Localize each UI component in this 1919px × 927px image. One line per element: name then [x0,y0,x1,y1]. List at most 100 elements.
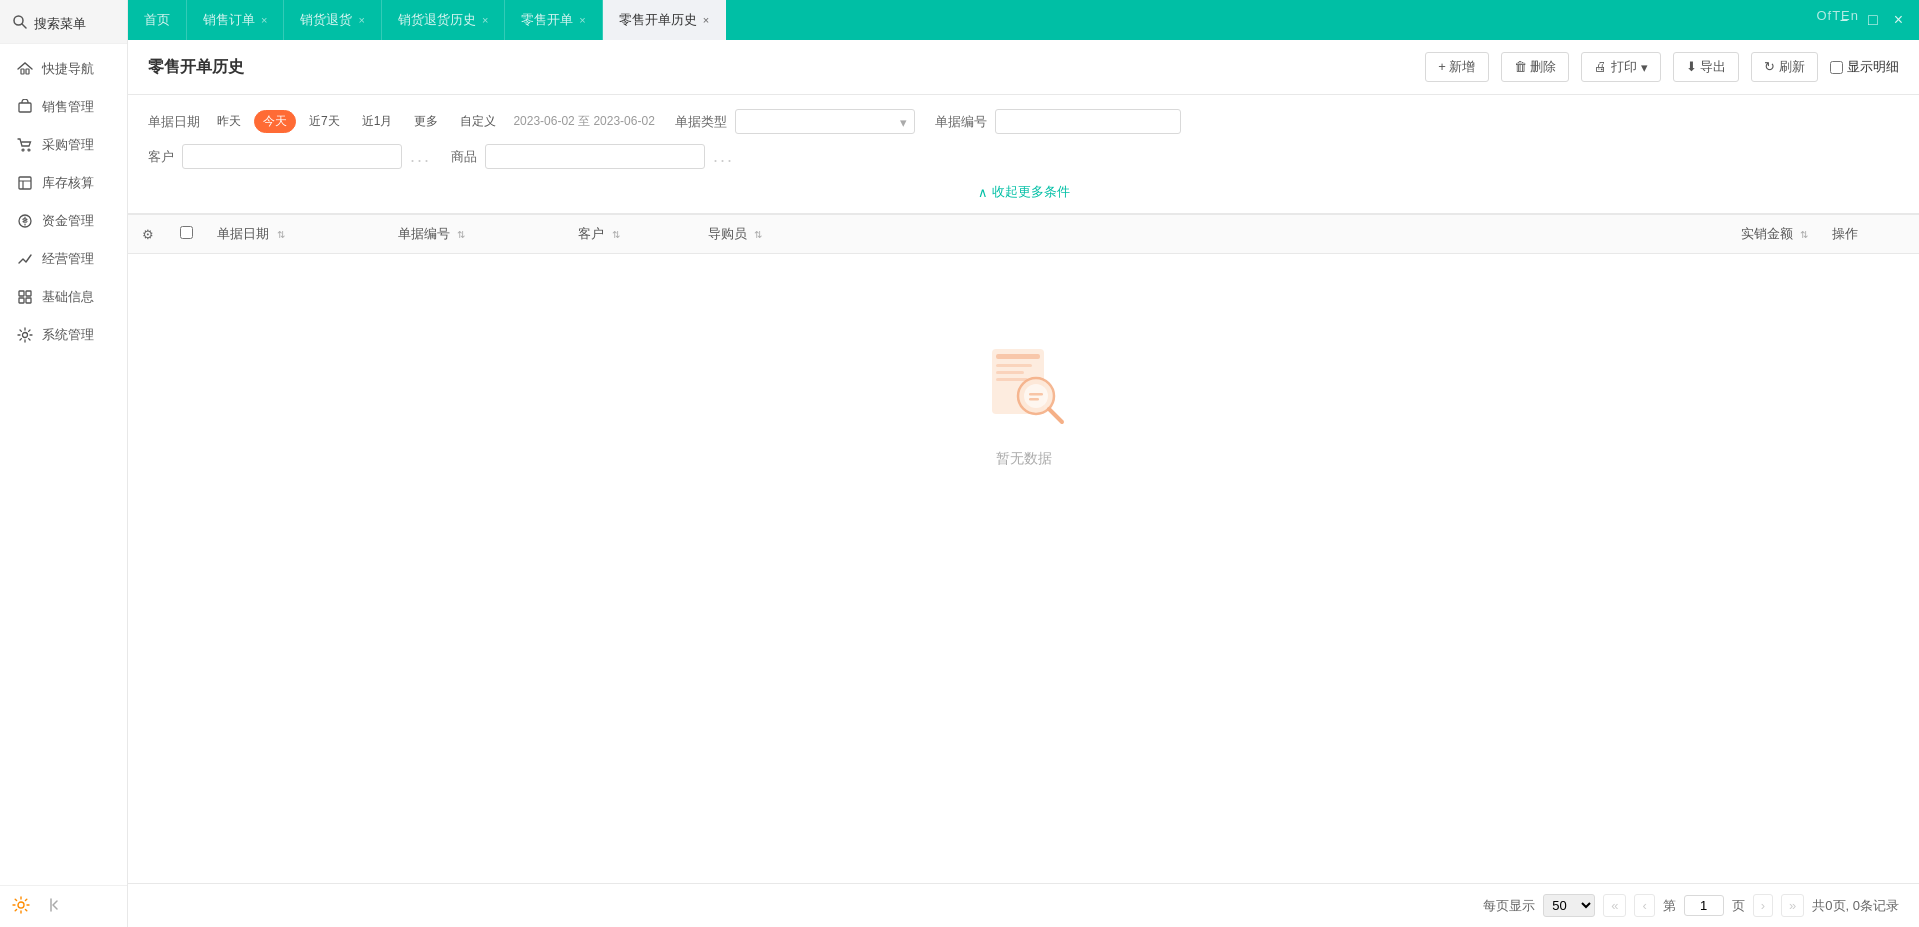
tab-sales-return[interactable]: 销货退货 × [284,0,381,40]
refresh-button[interactable]: ↻ 刷新 [1751,52,1818,82]
tab-retail-open-close[interactable]: × [579,14,585,26]
col-settings-btn[interactable]: ⚙ [140,227,156,242]
purchase-icon [16,136,34,154]
last-page-btn[interactable]: » [1781,894,1804,917]
product-label: 商品 [451,148,477,166]
col-customer: 客户 ⇅ [566,215,695,254]
sidebar-item-purchase[interactable]: 采购管理 [0,126,127,164]
print-dropdown-icon[interactable]: ▾ [1641,60,1648,75]
add-button[interactable]: + 新增 [1425,52,1488,82]
svg-point-22 [1024,384,1048,408]
tab-sales-return-close[interactable]: × [358,14,364,26]
svg-rect-7 [19,177,31,189]
sidebar-item-inventory[interactable]: 库存核算 [0,164,127,202]
customer-input[interactable] [182,144,402,169]
filter-product: 商品 ... [451,144,734,169]
date-filter-label: 单据日期 [148,113,200,131]
col-salesperson-sort[interactable]: ⇅ [754,229,762,240]
col-date-sort[interactable]: ⇅ [277,229,285,240]
col-customer-label: 客户 [578,226,604,241]
page-label-post: 页 [1732,897,1745,915]
sidebar-label: 快捷导航 [42,60,94,78]
filter-row-2: 客户 ... 商品 ... [148,144,1899,169]
sidebar-item-operations[interactable]: 经营管理 [0,240,127,278]
filter-collapse-btn[interactable]: ∧ 收起更多条件 [148,179,1899,205]
col-doc-no-label: 单据编号 [398,226,450,241]
sidebar-item-quick-nav[interactable]: 快捷导航 [0,50,127,88]
svg-point-14 [18,902,24,908]
tab-home[interactable]: 首页 [128,0,187,40]
doc-no-input[interactable] [995,109,1181,134]
date-more-btn[interactable]: 更多 [405,110,447,133]
doc-type-label: 单据类型 [675,113,727,131]
sidebar-nav: 快捷导航 销售管理 采购管理 [0,44,127,885]
print-button[interactable]: 🖨 打印 ▾ [1581,52,1661,82]
svg-rect-10 [26,291,31,296]
page-header: 零售开单历史 + 新增 🗑 删除 🖨 打印 ▾ ⬇ 导出 ↻ 刷新 显示明细 [128,40,1919,95]
col-date: 单据日期 ⇅ [205,215,386,254]
first-page-btn[interactable]: « [1603,894,1626,917]
col-customer-sort[interactable]: ⇅ [612,229,620,240]
customer-more-icon[interactable]: ... [410,146,431,167]
svg-line-23 [1049,409,1062,422]
filter-collapse-label: 收起更多条件 [992,183,1070,201]
sidebar-label: 基础信息 [42,288,94,306]
filter-customer: 客户 ... [148,144,431,169]
filter-area: 单据日期 昨天 今天 近7天 近1月 更多 自定义 2023-06-02 至 2… [128,95,1919,214]
col-actions: 操作 [1820,215,1919,254]
col-doc-no-sort[interactable]: ⇅ [457,229,465,240]
table-body: 暂无数据 [128,254,1919,549]
tab-sales-order-close[interactable]: × [261,14,267,26]
tab-retail-open[interactable]: 零售开单 × [505,0,602,40]
sidebar-item-system[interactable]: 系统管理 [0,316,127,354]
prev-page-btn[interactable]: ‹ [1634,894,1654,917]
select-all-checkbox[interactable] [180,226,193,239]
date-yesterday-btn[interactable]: 昨天 [208,110,250,133]
col-amount-sort[interactable]: ⇅ [1800,229,1808,240]
date-today-btn[interactable]: 今天 [254,110,296,133]
svg-rect-11 [19,298,24,303]
filter-doc-type: 单据类型 [675,109,915,134]
search-icon [12,14,28,33]
tab-sales-order[interactable]: 销售订单 × [187,0,284,40]
col-date-label: 单据日期 [217,226,269,241]
date-last1m-btn[interactable]: 近1月 [353,110,402,133]
svg-line-1 [22,24,26,28]
window-maximize-button[interactable]: □ [1864,7,1882,33]
sidebar-item-sales[interactable]: 销售管理 [0,88,127,126]
doc-type-select[interactable] [735,109,915,134]
display-cols-checkbox[interactable]: 显示明细 [1830,58,1899,76]
delete-button[interactable]: 🗑 删除 [1501,52,1570,82]
date-custom-btn[interactable]: 自定义 [451,110,505,133]
filter-row-1: 单据日期 昨天 今天 近7天 近1月 更多 自定义 2023-06-02 至 2… [148,109,1899,134]
display-cols-input[interactable] [1830,61,1843,74]
tab-sales-return-history[interactable]: 销货退货历史 × [382,0,505,40]
sidebar-item-finance[interactable]: 资金管理 [0,202,127,240]
settings-icon[interactable] [12,896,30,917]
next-page-btn[interactable]: › [1753,894,1773,917]
svg-rect-19 [996,371,1024,374]
data-table: ⚙ 单据日期 ⇅ 单据编号 ⇅ 客户 [128,214,1919,548]
svg-rect-17 [996,354,1040,359]
per-page-select[interactable]: 50 10 20 100 [1543,894,1595,917]
sidebar-label: 销售管理 [42,98,94,116]
tab-sales-return-history-close[interactable]: × [482,14,488,26]
tab-retail-history[interactable]: 零售开单历史 × [603,0,726,40]
page-number-input[interactable] [1684,895,1724,916]
tab-retail-history-close[interactable]: × [703,14,709,26]
product-more-icon[interactable]: ... [713,146,734,167]
export-button[interactable]: ⬇ 导出 [1673,52,1740,82]
main-content: 首页 销售订单 × 销货退货 × 销货退货历史 × 零售开单 × 零售开单历史 … [128,0,1919,927]
window-close-button[interactable]: × [1890,7,1907,33]
tab-retail-open-label: 零售开单 [521,11,573,29]
collapse-icon[interactable] [46,896,64,917]
date-last7-btn[interactable]: 近7天 [300,110,349,133]
empty-text: 暂无数据 [996,450,1052,468]
filter-doc-no: 单据编号 [935,109,1181,134]
product-input[interactable] [485,144,705,169]
svg-rect-2 [21,69,24,74]
sidebar-item-basic-info[interactable]: 基础信息 [0,278,127,316]
sidebar-bottom [0,885,127,927]
sidebar-search[interactable]: 搜索菜单 [0,0,127,44]
tab-sales-return-label: 销货退货 [300,11,352,29]
